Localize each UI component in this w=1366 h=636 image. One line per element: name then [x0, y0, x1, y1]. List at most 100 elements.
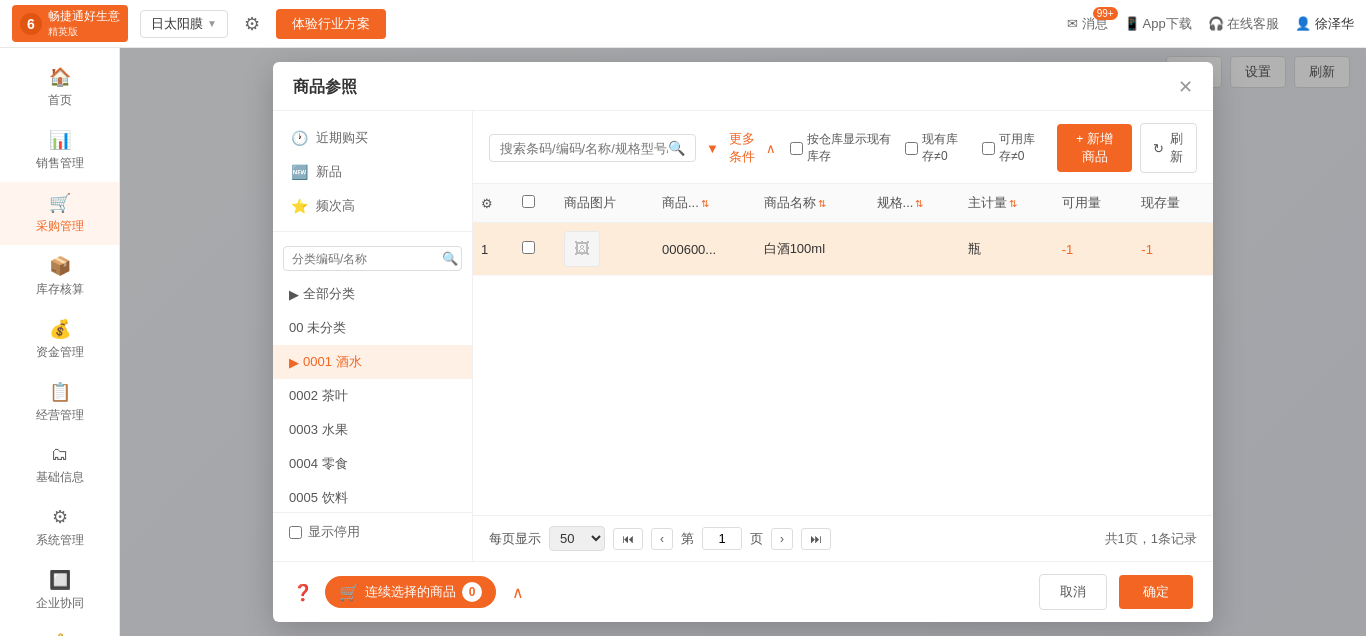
table-header-row: ⚙ 商品图片	[473, 184, 1213, 223]
app-download-button[interactable]: 📱 App下载	[1124, 15, 1192, 33]
sales-icon: 📊	[49, 129, 71, 151]
per-page-select[interactable]: 50 100 200	[549, 526, 605, 551]
modal-overlay: 商品参照 ✕ 🕐 近期购买 🆕	[120, 48, 1366, 636]
cart-icon: 🛒	[339, 583, 359, 602]
category-search-input[interactable]	[292, 252, 442, 266]
cat-item-0001[interactable]: ▶ 0001 酒水	[273, 345, 472, 379]
available-stock-checkbox[interactable]	[905, 142, 918, 155]
cat-item-all[interactable]: ▶ 全部分类	[273, 277, 472, 311]
refresh-icon: ↻	[1153, 141, 1164, 156]
row-checkbox-cell[interactable]	[514, 223, 556, 276]
show-disabled-toggle[interactable]: 显示停用	[273, 512, 472, 551]
divider	[273, 231, 472, 232]
modal-title: 商品参照	[293, 77, 357, 98]
page-input[interactable]	[702, 527, 742, 550]
row-code: 000600...	[654, 223, 756, 276]
cat-item-00[interactable]: 00 未分类	[273, 311, 472, 345]
sidebar-item-enterprise[interactable]: 🔲 企业协同	[0, 559, 119, 622]
tab-recent-purchase[interactable]: 🕐 近期购买	[281, 121, 464, 155]
cat-item-0004[interactable]: 0004 零食	[273, 447, 472, 481]
image-icon: 🖼	[574, 240, 590, 258]
show-disabled-checkbox[interactable]	[289, 526, 302, 539]
cart-button[interactable]: 🛒 连续选择的商品 0	[325, 576, 496, 608]
cat-item-0003[interactable]: 0003 水果	[273, 413, 472, 447]
refresh-button[interactable]: ↻ 刷新	[1140, 123, 1197, 173]
try-industry-button[interactable]: 体验行业方案	[276, 9, 386, 39]
row-image-cell: 🖼	[556, 223, 654, 276]
settings-icon[interactable]: ⚙	[240, 9, 264, 39]
cart-count: 0	[462, 582, 482, 602]
purchase-icon: 🛒	[49, 192, 71, 214]
main-area: 查询 设置 刷新 商品参照 ✕ 🕐	[120, 48, 1366, 636]
filter-arrow-icon: ∧	[766, 141, 776, 156]
help-icon[interactable]: ❓	[293, 583, 313, 602]
search-icon[interactable]: 🔍	[668, 140, 685, 156]
row-unit: 瓶	[960, 223, 1054, 276]
warehouse-checkbox[interactable]	[790, 142, 803, 155]
system-icon: ⚙	[52, 506, 68, 528]
table-settings-icon[interactable]: ⚙	[481, 196, 493, 211]
star-icon: ⭐	[291, 198, 308, 214]
checkbox-usable-stock[interactable]: 可用库存≠0	[982, 131, 1047, 165]
row-spec	[869, 223, 960, 276]
col-unit[interactable]: 主计量⇅	[960, 184, 1054, 223]
row-stock: -1	[1133, 223, 1213, 276]
category-search[interactable]: 🔍	[283, 246, 462, 271]
col-spec[interactable]: 规格...⇅	[869, 184, 960, 223]
col-name[interactable]: 商品名称⇅	[756, 184, 869, 223]
prev-page-button[interactable]: ‹	[651, 528, 673, 550]
select-all-checkbox[interactable]	[522, 195, 535, 208]
first-page-button[interactable]: ⏮	[613, 528, 643, 550]
checkbox-warehouse[interactable]: 按仓库显示现有库存	[790, 131, 894, 165]
store-selector[interactable]: 日太阳膜 ▼	[140, 10, 228, 38]
table-row[interactable]: 1 🖼	[473, 223, 1213, 276]
search-icon[interactable]: 🔍	[442, 251, 458, 266]
operation-icon: 📋	[49, 381, 71, 403]
row-name: 白酒100ml	[756, 223, 869, 276]
cat-item-0002[interactable]: 0002 茶叶	[273, 379, 472, 413]
message-badge: 99+	[1093, 7, 1118, 20]
sidebar-item-system[interactable]: ⚙ 系统管理	[0, 496, 119, 559]
sidebar-item-purchase[interactable]: 🛒 采购管理	[0, 182, 119, 245]
cat-item-0005[interactable]: 0005 饮料	[273, 481, 472, 512]
usable-stock-checkbox[interactable]	[982, 142, 995, 155]
app-layout: 🏠 首页 📊 销售管理 🛒 采购管理 📦 库存核算 💰 资金管理 📋 经营管理 …	[0, 48, 1366, 636]
cat-active-arrow-icon: ▶	[289, 355, 299, 370]
online-service-button[interactable]: 🎧 在线客服	[1208, 15, 1280, 33]
sidebar-item-basic-info[interactable]: 🗂 基础信息	[0, 434, 119, 496]
col-code[interactable]: 商品...⇅	[654, 184, 756, 223]
collapse-icon[interactable]: ∧	[512, 583, 524, 602]
avatar-icon: 👤	[1295, 16, 1311, 31]
next-page-button[interactable]: ›	[771, 528, 793, 550]
product-table: ⚙ 商品图片	[473, 184, 1213, 276]
cat-arrow-icon: ▶	[289, 287, 299, 302]
modal-header: 商品参照 ✕	[273, 62, 1213, 111]
row-checkbox[interactable]	[522, 241, 535, 254]
new-icon: 🆕	[291, 164, 308, 180]
sidebar-item-guide[interactable]: 🔔 新手引导	[0, 622, 119, 636]
tab-new-product[interactable]: 🆕 新品	[281, 155, 464, 189]
product-search-input[interactable]	[500, 141, 668, 156]
search-input-wrap[interactable]: 🔍	[489, 134, 696, 162]
sidebar-item-finance[interactable]: 💰 资金管理	[0, 308, 119, 371]
last-page-button[interactable]: ⏭	[801, 528, 831, 550]
sidebar-item-home[interactable]: 🏠 首页	[0, 56, 119, 119]
message-button[interactable]: ✉ 消息 99+	[1067, 15, 1108, 33]
modal-left-panel: 🕐 近期购买 🆕 新品 ⭐ 频次高	[273, 111, 473, 561]
sidebar-item-operation[interactable]: 📋 经营管理	[0, 371, 119, 434]
logo-icon: 6	[20, 13, 42, 35]
tab-frequent[interactable]: ⭐ 频次高	[281, 189, 464, 223]
logo: 6 畅捷通好生意 精英版	[12, 5, 128, 42]
headset-icon: 🎧	[1208, 16, 1224, 31]
add-product-button[interactable]: + 新增商品	[1057, 124, 1132, 172]
modal-footer: ❓ 🛒 连续选择的商品 0 ∧ 取消 确定	[273, 561, 1213, 622]
checkbox-available-stock[interactable]: 现有库存≠0	[905, 131, 970, 165]
sidebar-item-sales[interactable]: 📊 销售管理	[0, 119, 119, 182]
toolbar-right: + 新增商品 ↻ 刷新	[1057, 123, 1197, 173]
confirm-button[interactable]: 确定	[1119, 575, 1193, 609]
cancel-button[interactable]: 取消	[1039, 574, 1107, 610]
more-filter-button[interactable]: ▼ 更多条件 ∧	[706, 130, 776, 166]
sidebar-item-inventory[interactable]: 📦 库存核算	[0, 245, 119, 308]
modal-close-button[interactable]: ✕	[1178, 76, 1193, 98]
user-avatar[interactable]: 👤 徐泽华	[1295, 15, 1354, 33]
